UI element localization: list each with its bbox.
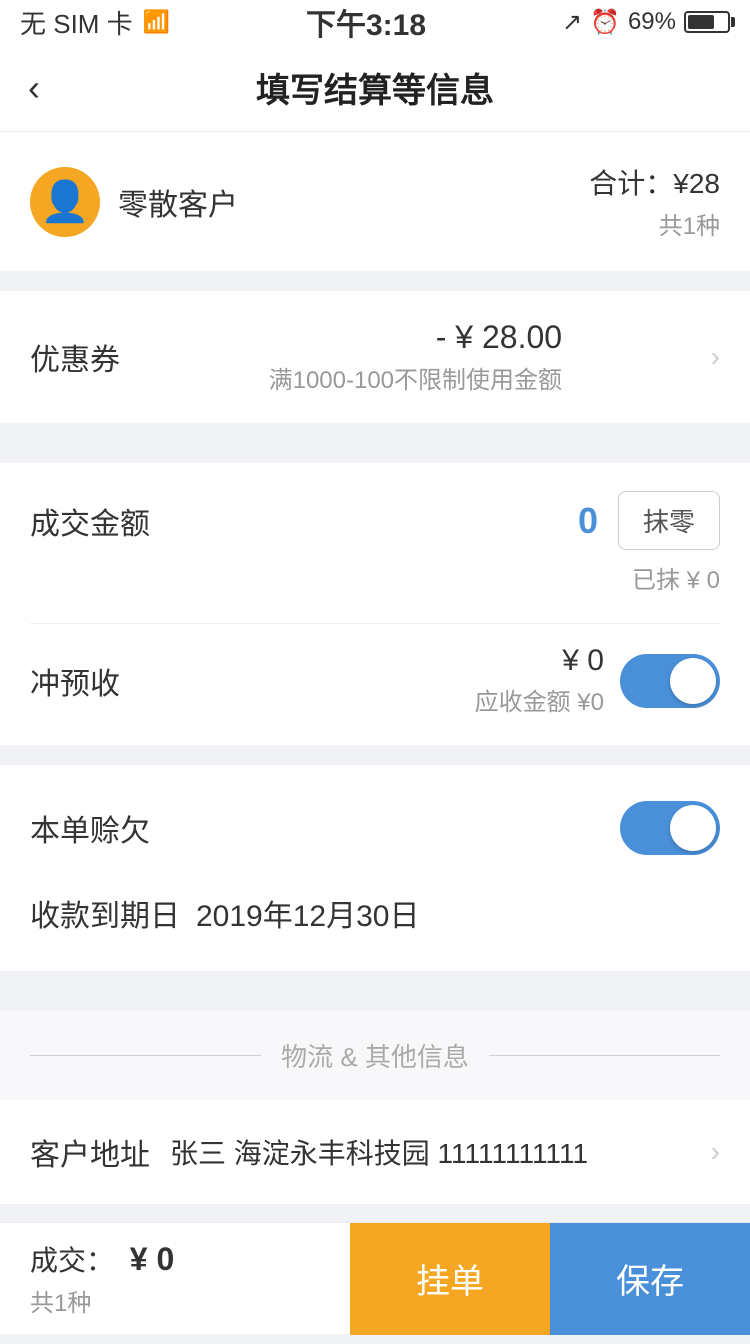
due-label: 收款到期日: [30, 891, 180, 935]
amount-right: 0 抹零: [578, 491, 720, 550]
prepay-toggle[interactable]: [620, 654, 720, 708]
bottom-bar: 成交： ¥ 0 共1种 挂单 保存: [0, 1222, 750, 1334]
customer-info: 👤 零散客户: [30, 167, 238, 237]
prepay-right: ¥ 0 应收金额 ¥0: [475, 644, 720, 717]
debt-label: 本单赊欠: [30, 806, 150, 850]
address-label: 客户地址: [30, 1130, 150, 1174]
back-button[interactable]: ‹: [28, 67, 40, 109]
divider-line-left: [30, 1055, 261, 1056]
page-title: 填写结算等信息: [256, 63, 494, 112]
user-icon: 👤: [40, 178, 90, 225]
prepay-receivable: 应收金额 ¥0: [475, 682, 604, 717]
amount-label: 成交金额: [30, 499, 150, 543]
bottom-count: 共1种: [30, 1283, 320, 1318]
debt-toggle-knob: [670, 805, 716, 851]
coupon-discount: - ¥ 28.00: [269, 319, 562, 356]
logistics-section: 物流 & 其他信息: [0, 1011, 750, 1100]
nav-bar: ‹ 填写结算等信息: [0, 44, 750, 132]
chevron-right-icon: ›: [711, 341, 720, 373]
battery-icon: [684, 11, 730, 33]
total-count-label: 共1种: [589, 206, 720, 241]
content-area: 👤 零散客户 合计：¥28 共1种 优惠券 - ¥ 28.00 满1000-10…: [0, 132, 750, 1344]
amount-row: 成交金额 0 抹零: [0, 463, 750, 560]
status-right: ↗ ⏰ 69%: [562, 8, 730, 37]
customer-section: 👤 零散客户 合计：¥28 共1种: [0, 132, 750, 271]
bottom-left: 成交： ¥ 0 共1种: [0, 1239, 350, 1318]
status-left: 无 SIM 卡 📶: [20, 4, 170, 41]
coupon-label: 优惠券: [30, 335, 120, 379]
coupon-row[interactable]: 优惠券 - ¥ 28.00 满1000-100不限制使用金额 ›: [0, 291, 750, 423]
time-label: 下午3:18: [306, 0, 426, 44]
bottom-deal-label: 成交：: [30, 1245, 114, 1276]
location-icon: ↗: [562, 8, 582, 37]
debt-row: 本单赊欠: [0, 765, 750, 891]
prepay-label: 冲预收: [30, 659, 120, 703]
battery-percent: 69%: [628, 8, 676, 36]
alarm-icon: ⏰: [590, 8, 620, 37]
due-value: 2019年12月30日: [196, 891, 419, 935]
divider-line-right: [489, 1055, 720, 1056]
prepay-amount-col: ¥ 0 应收金额 ¥0: [475, 644, 604, 717]
address-value: 张三 海淀永丰科技园 11111111111: [170, 1132, 711, 1172]
amount-section: 成交金额 0 抹零 已抹 ¥ 0 冲预收 ¥ 0 应收金额 ¥0: [0, 463, 750, 745]
prepay-amount: ¥ 0: [475, 644, 604, 678]
carrier-label: 无 SIM 卡: [20, 4, 133, 41]
debt-section: 本单赊欠 收款到期日 2019年12月30日: [0, 765, 750, 971]
address-chevron-icon: ›: [711, 1136, 720, 1168]
hang-button[interactable]: 挂单: [350, 1223, 550, 1335]
amount-value: 0: [578, 500, 598, 542]
amount-sub-text: 已抹 ¥ 0: [0, 560, 750, 623]
gray-separator-3: [0, 991, 750, 1011]
gray-separator-2: [0, 745, 750, 765]
debt-toggle[interactable]: [620, 801, 720, 855]
bottom-deal-amount: ¥ 0: [130, 1241, 174, 1277]
bottom-deal-row: 成交： ¥ 0: [30, 1239, 320, 1279]
wifi-icon: 📶: [143, 9, 170, 35]
address-row[interactable]: 客户地址 张三 海淀永丰科技园 11111111111 ›: [0, 1100, 750, 1204]
customer-name: 零散客户: [118, 180, 238, 224]
save-button[interactable]: 保存: [550, 1223, 750, 1335]
status-bar: 无 SIM 卡 📶 下午3:18 ↗ ⏰ 69%: [0, 0, 750, 44]
coupon-right-col: - ¥ 28.00 满1000-100不限制使用金额: [269, 319, 562, 395]
round-button[interactable]: 抹零: [618, 491, 720, 550]
total-price-label: 合计：¥28: [589, 162, 720, 202]
customer-total: 合计：¥28 共1种: [589, 162, 720, 241]
customer-row: 👤 零散客户 合计：¥28 共1种: [0, 132, 750, 271]
due-date-row: 收款到期日 2019年12月30日: [0, 891, 750, 971]
prepay-row: 冲预收 ¥ 0 应收金额 ¥0: [0, 624, 750, 745]
toggle-knob: [670, 658, 716, 704]
coupon-desc: 满1000-100不限制使用金额: [269, 360, 562, 395]
coupon-section[interactable]: 优惠券 - ¥ 28.00 满1000-100不限制使用金额 ›: [0, 291, 750, 423]
avatar: 👤: [30, 167, 100, 237]
logistics-label: 物流 & 其他信息: [281, 1037, 469, 1074]
gray-separator-1: [0, 443, 750, 463]
